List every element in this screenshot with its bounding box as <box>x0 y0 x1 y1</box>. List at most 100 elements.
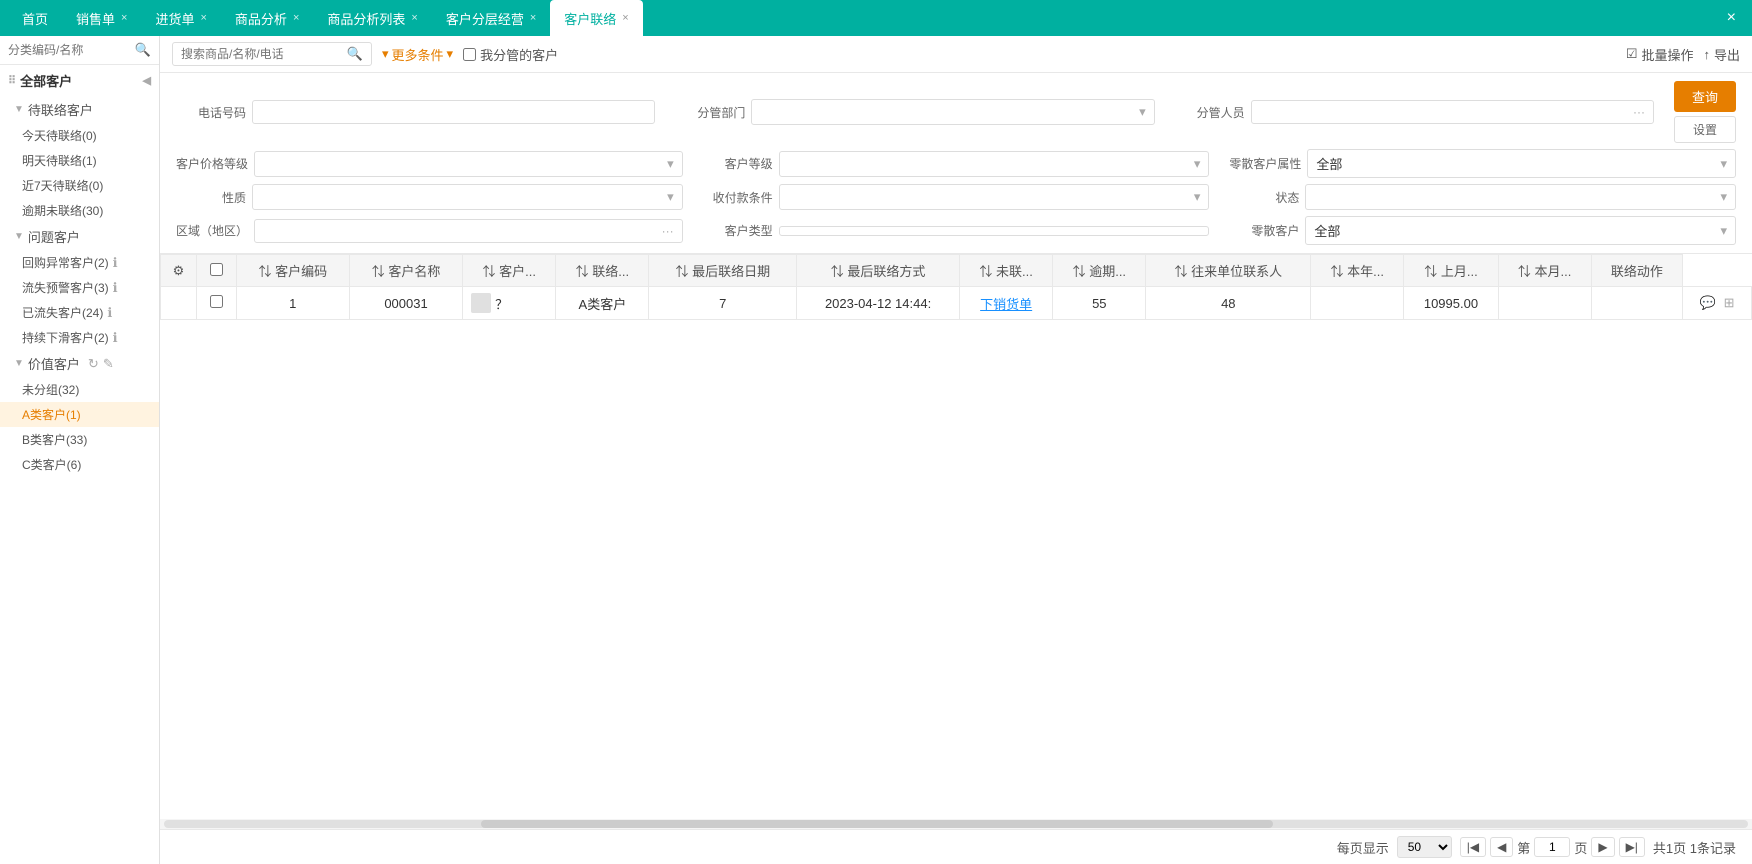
nav-tab-进货单[interactable]: 进货单× <box>141 0 220 36</box>
tab-close-icon[interactable]: × <box>293 12 299 24</box>
nav-tab-客户分层经营[interactable]: 客户分层经营 × <box>432 0 550 36</box>
this-month-col-header[interactable]: ⇅ 本月... <box>1498 255 1591 287</box>
main-search-box[interactable]: 🔍 <box>172 42 372 66</box>
region-select[interactable]: ··· <box>254 219 683 243</box>
chat-icon[interactable]: 💬 <box>1699 295 1715 311</box>
contacts-col-header[interactable]: ⇅ 往来单位联系人 <box>1146 255 1311 287</box>
settings-button[interactable]: 设置 <box>1674 116 1736 143</box>
sidebar-item-value[interactable]: B类客户(33) <box>0 427 159 452</box>
query-button[interactable]: 查询 <box>1674 81 1736 112</box>
nav-tab-商品分析列表[interactable]: 商品分析列表× <box>313 0 431 36</box>
all-customers-header[interactable]: ⠿ 全部客户 ◀ <box>0 65 159 96</box>
level-col-header[interactable]: ⇅ 客户... <box>463 255 556 287</box>
nav-tab-销售单[interactable]: 销售单× <box>62 0 141 36</box>
page-size-select[interactable]: 50 100 <box>1397 836 1452 858</box>
my-customer-checkbox[interactable] <box>463 48 476 61</box>
horizontal-scrollbar[interactable] <box>160 819 1752 829</box>
nav-tab-客户联络[interactable]: 客户联络× <box>550 0 642 36</box>
refresh-icon[interactable]: ↻ <box>88 356 99 372</box>
not-contacted-col-header[interactable]: ⇅ 未联... <box>960 255 1053 287</box>
manager-dots-icon: ··· <box>1633 105 1645 119</box>
arrow-down-icon: ▼ <box>14 358 24 369</box>
code-col-header[interactable]: ⇅ 客户编码 <box>236 255 349 287</box>
tab-close-icon[interactable]: × <box>121 12 127 24</box>
last-contact-method-link[interactable]: 下销货单 <box>980 297 1032 312</box>
tab-label: 客户分层经营 <box>446 9 524 28</box>
phone-input[interactable] <box>252 100 655 124</box>
price-level-select[interactable]: ▾ <box>254 151 683 177</box>
edit-icon[interactable]: ✎ <box>103 356 114 372</box>
collapse-icon: ◀ <box>143 74 151 87</box>
retail-attr-select[interactable]: 全部▾ <box>1307 149 1736 178</box>
sidebar-item-value[interactable]: C类客户(6) <box>0 452 159 477</box>
status-select[interactable]: ▾ <box>1305 184 1736 210</box>
select-all-checkbox[interactable] <box>210 263 223 276</box>
value-customers-group[interactable]: ▼ 价值客户 ↻ ✎ <box>0 350 159 377</box>
customer-level-cell: 客户等级 ▾ <box>703 151 1210 177</box>
page-number-input[interactable] <box>1534 837 1570 857</box>
this-year-col-header[interactable]: ⇅ 本年... <box>1311 255 1404 287</box>
customer-level-select[interactable]: ▾ <box>779 151 1210 177</box>
contact-times-col-header[interactable]: ⇅ 联络... <box>556 255 649 287</box>
last-page-button[interactable]: ▶| <box>1619 837 1645 857</box>
overdue-col-header[interactable]: ⇅ 逾期... <box>1053 255 1146 287</box>
sidebar-search-input[interactable] <box>8 43 131 57</box>
sidebar-item-value[interactable]: A类客户(1) <box>0 402 159 427</box>
filter-row-2: 客户价格等级 ▾ 客户等级 ▾ 零散客户属性 全部▾ <box>176 149 1736 178</box>
window-close-button[interactable]: × <box>1719 9 1744 27</box>
sidebar-search[interactable]: 🔍 <box>0 36 159 65</box>
tab-close-icon[interactable]: × <box>200 12 206 24</box>
tab-label: 商品分析 <box>235 9 287 28</box>
page-size-label: 每页显示 <box>1337 838 1389 857</box>
last-contact-date-col-header[interactable]: ⇅ 最后联络日期 <box>649 255 797 287</box>
retail-customer-select[interactable]: 全部▾ <box>1305 216 1736 245</box>
tab-close-icon[interactable]: × <box>411 12 417 24</box>
nature-select[interactable]: ▾ <box>252 184 683 210</box>
sidebar-item-value[interactable]: 未分组(32) <box>0 377 159 402</box>
more-filter-button[interactable]: ▾ 更多条件 ▾ <box>382 45 453 64</box>
top-nav: 首页 销售单×进货单×商品分析×商品分析列表×客户分层经营×客户联络× × <box>0 0 1752 36</box>
name-col-header[interactable]: ⇅ 客户名称 <box>349 255 462 287</box>
manager-select[interactable]: ··· <box>1251 100 1654 124</box>
nav-tab-商品分析[interactable]: 商品分析 × <box>221 0 313 36</box>
batch-op-button[interactable]: ☑ 批量操作 <box>1626 45 1694 64</box>
settings-col-header[interactable]: ⚙ <box>161 255 197 287</box>
row-checkbox[interactable] <box>210 295 223 308</box>
nav-home[interactable]: 首页 <box>8 0 62 36</box>
scroll-track[interactable] <box>164 820 1748 828</box>
sidebar-item-problem[interactable]: 持续下滑客户(2)ℹ <box>0 325 159 350</box>
last-contact-method-col-header[interactable]: ⇅ 最后联络方式 <box>797 255 960 287</box>
last-contact-method-cell[interactable]: 下销货单 <box>960 287 1053 320</box>
index-cell: 1 <box>236 287 349 320</box>
sort-icon: ⇅ <box>675 264 688 279</box>
sidebar-item-pending[interactable]: 今天待联络(0) <box>0 123 159 148</box>
grid-icon[interactable]: ⊞ <box>1724 295 1735 311</box>
sidebar-item-pending[interactable]: 逾期未联络(30) <box>0 198 159 223</box>
dept-cell: 分管部门 ▾ <box>675 99 1154 125</box>
tab-close-icon[interactable]: × <box>622 12 628 24</box>
next-page-button[interactable]: ▶ <box>1591 837 1614 857</box>
export-button[interactable]: ↑ 导出 <box>1703 45 1740 64</box>
checkbox-col-header[interactable] <box>197 255 237 287</box>
tab-close-icon[interactable]: × <box>530 12 536 24</box>
my-customer-checkbox-area[interactable]: 我分管的客户 <box>463 45 558 64</box>
sidebar-item-pending[interactable]: 明天待联络(1) <box>0 148 159 173</box>
pending-items: 今天待联络(0)明天待联络(1)近7天待联络(0)逾期未联络(30) <box>0 123 159 223</box>
sidebar-item-pending[interactable]: 近7天待联络(0) <box>0 173 159 198</box>
payment-select[interactable]: ▾ <box>779 184 1210 210</box>
dept-select[interactable]: ▾ <box>751 99 1154 125</box>
sidebar-item-problem[interactable]: 流失预警客户(3)ℹ <box>0 275 159 300</box>
last-month-col-header[interactable]: ⇅ 上月... <box>1404 255 1498 287</box>
pending-contact-group[interactable]: ▼ 待联络客户 <box>0 96 159 123</box>
prev-page-button[interactable]: ◀ <box>1490 837 1513 857</box>
advanced-filter-panel: 电话号码 分管部门 ▾ 分管人员 ··· 查询 设置 <box>160 73 1752 254</box>
sidebar-item-problem[interactable]: 已流失客户(24)ℹ <box>0 300 159 325</box>
customer-type-select[interactable] <box>779 226 1210 236</box>
problem-customers-group[interactable]: ▼ 问题客户 <box>0 223 159 250</box>
checkbox-cell[interactable] <box>197 287 237 320</box>
scroll-thumb[interactable] <box>481 820 1273 828</box>
main-search-input[interactable] <box>181 47 341 61</box>
first-page-button[interactable]: |◀ <box>1460 837 1486 857</box>
filter-row-3: 性质 ▾ 收付款条件 ▾ 状态 ▾ <box>176 184 1736 210</box>
sidebar-item-problem[interactable]: 回购异常客户(2)ℹ <box>0 250 159 275</box>
